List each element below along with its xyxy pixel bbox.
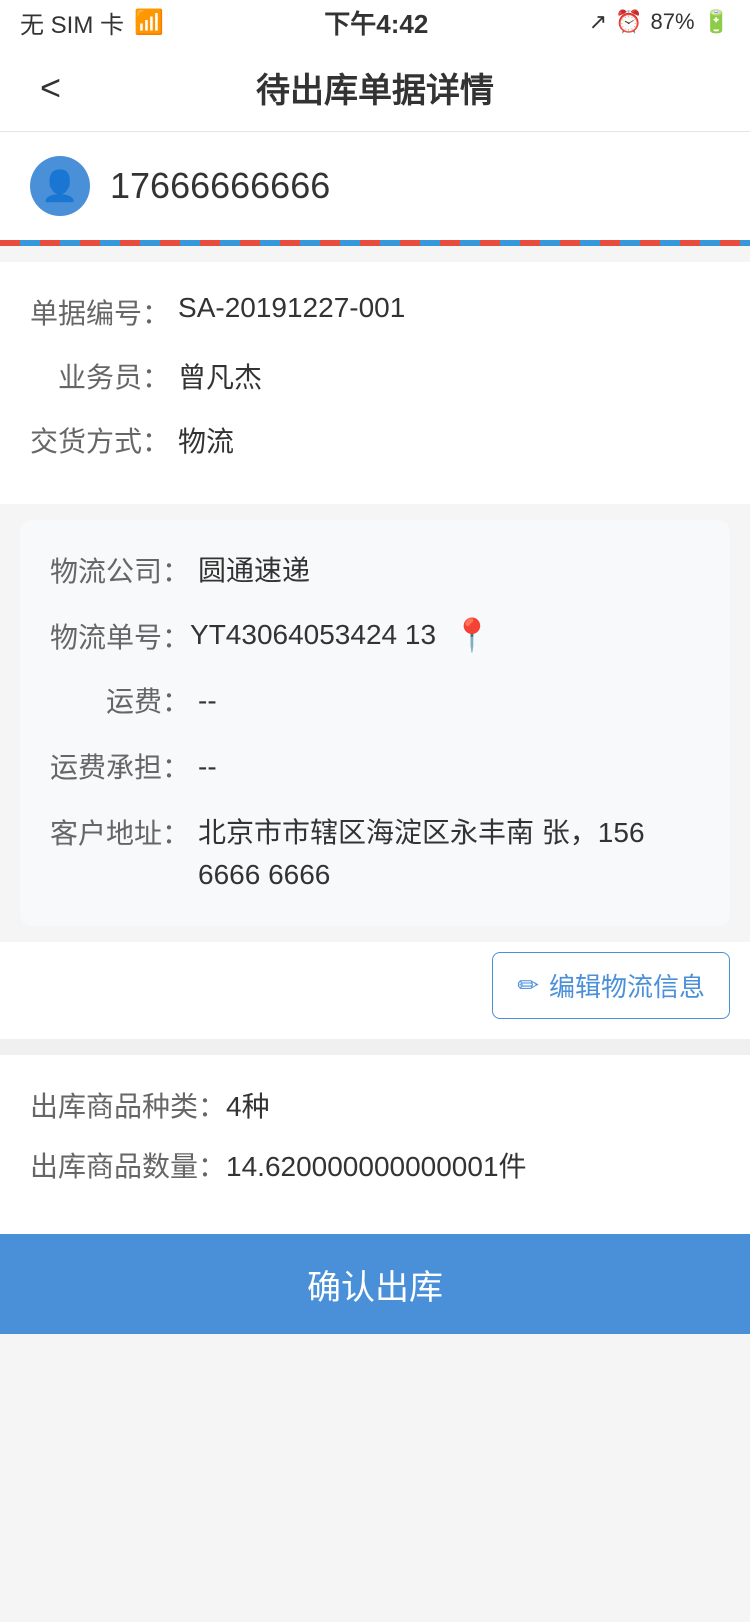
- logistics-company-row: 物流公司： 圆通速递: [50, 550, 700, 592]
- page-title: 待出库单据详情: [256, 63, 494, 112]
- delivery-method-row: 交货方式： 物流: [30, 420, 720, 460]
- tracking-number-container: YT43064053424 13 📍: [190, 616, 492, 654]
- battery-text: 87%: [651, 9, 695, 35]
- freight-label: 运费：: [50, 680, 190, 720]
- goods-quantity-label: 出库商品数量：: [30, 1145, 226, 1185]
- delivery-method-value: 物流: [178, 420, 720, 460]
- freight-value: --: [198, 680, 700, 722]
- edit-logistics-row: ✏ 编辑物流信息: [0, 942, 750, 1039]
- edit-logistics-label: 编辑物流信息: [549, 967, 705, 1004]
- customer-header: 👤 17666666666: [0, 132, 750, 240]
- map-location-icon[interactable]: 📍: [452, 616, 492, 654]
- basic-info-section: 单据编号： SA-20191227-001 业务员： 曾凡杰 交货方式： 物流: [0, 262, 750, 504]
- customer-phone: 17666666666: [110, 165, 330, 207]
- avatar: 👤: [30, 156, 90, 216]
- status-indicators: ↗ ⏰ 87% 🔋: [589, 9, 730, 35]
- status-bar: 无 SIM 卡 📶 下午4:42 ↗ ⏰ 87% 🔋: [0, 0, 750, 44]
- content-spacer: [0, 1322, 750, 1522]
- goods-quantity-value: 14.620000000000001件: [226, 1145, 527, 1185]
- logistics-card: 物流公司： 圆通速递 物流单号： YT43064053424 13 📍 运费： …: [20, 520, 730, 926]
- goods-type-label: 出库商品种类：: [30, 1085, 226, 1125]
- status-carrier: 无 SIM 卡 📶: [20, 5, 164, 40]
- address-row: 客户地址： 北京市市辖区海淀区永丰南 张，156 6666 6666: [50, 812, 700, 896]
- delivery-method-label: 交货方式：: [30, 420, 170, 460]
- back-icon: <: [40, 67, 61, 108]
- location-status-icon: ↗: [589, 9, 607, 35]
- freight-bearer-row: 运费承担： --: [50, 746, 700, 788]
- confirm-button-bar[interactable]: 确认出库: [0, 1234, 750, 1334]
- back-button[interactable]: <: [30, 57, 71, 119]
- goods-quantity-row: 出库商品数量： 14.620000000000001件: [30, 1145, 720, 1185]
- document-number-label: 单据编号：: [30, 292, 170, 332]
- carrier-text: 无 SIM 卡: [20, 5, 124, 40]
- logistics-company-label: 物流公司：: [50, 550, 190, 590]
- goods-type-value: 4种: [226, 1085, 270, 1125]
- edit-logistics-button[interactable]: ✏ 编辑物流信息: [492, 952, 730, 1019]
- battery-icon: 🔋: [703, 9, 730, 35]
- alarm-icon: ⏰: [615, 9, 642, 35]
- nav-bar: < 待出库单据详情: [0, 44, 750, 132]
- salesperson-row: 业务员： 曾凡杰: [30, 356, 720, 396]
- logistics-company-value: 圆通速递: [198, 550, 700, 592]
- document-number-value: SA-20191227-001: [178, 292, 720, 324]
- wifi-icon: 📶: [134, 8, 164, 37]
- avatar-icon: 👤: [41, 169, 78, 204]
- tracking-number-value: YT43064053424 13: [190, 619, 436, 651]
- edit-icon: ✏: [517, 970, 539, 1001]
- section-divider-1: [0, 1039, 750, 1055]
- address-value: 北京市市辖区海淀区永丰南 张，156 6666 6666: [198, 812, 700, 896]
- tracking-number-row: 物流单号： YT43064053424 13 📍: [50, 616, 700, 656]
- tracking-number-label: 物流单号：: [50, 616, 190, 656]
- freight-row: 运费： --: [50, 680, 700, 722]
- status-time: 下午4:42: [324, 4, 428, 41]
- salesperson-label: 业务员：: [30, 356, 170, 396]
- address-label: 客户地址：: [50, 812, 190, 852]
- freight-bearer-label: 运费承担：: [50, 746, 190, 786]
- goods-section: 出库商品种类： 4种 出库商品数量： 14.620000000000001件: [0, 1055, 750, 1225]
- document-number-row: 单据编号： SA-20191227-001: [30, 292, 720, 332]
- salesperson-value: 曾凡杰: [178, 356, 720, 396]
- goods-type-row: 出库商品种类： 4种: [30, 1085, 720, 1125]
- confirm-button-label: 确认出库: [307, 1260, 443, 1309]
- freight-bearer-value: --: [198, 746, 700, 788]
- dashed-divider: [0, 240, 750, 246]
